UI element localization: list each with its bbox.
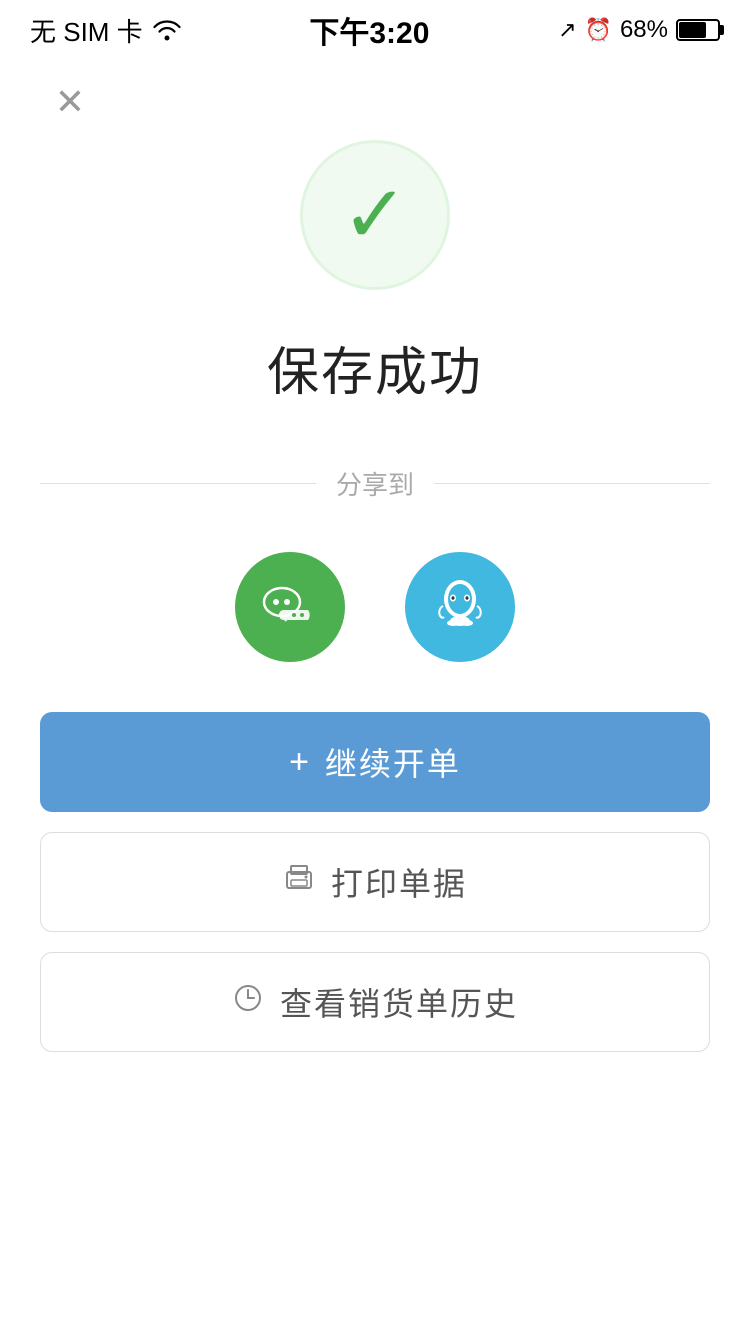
wechat-icon bbox=[260, 582, 320, 632]
history-icon bbox=[232, 982, 264, 1022]
status-left: 无 SIM 卡 bbox=[30, 12, 181, 49]
location-icon: ↗ bbox=[558, 17, 576, 43]
share-buttons bbox=[40, 552, 710, 662]
battery-label: 68% bbox=[620, 16, 668, 44]
wifi-icon bbox=[153, 19, 181, 41]
continue-label: 继续开单 bbox=[325, 739, 461, 785]
qq-icon bbox=[431, 577, 489, 637]
success-circle: ✓ bbox=[300, 140, 450, 290]
status-time: 下午3:20 bbox=[309, 8, 429, 52]
battery-icon bbox=[676, 19, 720, 41]
share-wechat-button[interactable] bbox=[235, 552, 345, 662]
share-label: 分享到 bbox=[336, 465, 414, 502]
print-label: 打印单据 bbox=[331, 859, 467, 905]
history-label: 查看销货单历史 bbox=[280, 979, 518, 1025]
status-bar: 无 SIM 卡 下午3:20 ↗ ⏰ 68% bbox=[0, 0, 750, 60]
carrier-label: 无 SIM 卡 bbox=[30, 12, 143, 49]
close-icon: ✕ bbox=[55, 84, 85, 120]
continue-button[interactable]: + 继续开单 bbox=[40, 712, 710, 812]
share-qq-button[interactable] bbox=[405, 552, 515, 662]
print-icon bbox=[283, 862, 315, 902]
alarm-icon: ⏰ bbox=[585, 17, 612, 43]
close-button[interactable]: ✕ bbox=[40, 72, 100, 132]
status-right: ↗ ⏰ 68% bbox=[558, 16, 720, 44]
print-button[interactable]: 打印单据 bbox=[40, 832, 710, 932]
action-buttons: + 继续开单 打印单据 查看销货单历史 bbox=[0, 712, 750, 1052]
checkmark-icon: ✓ bbox=[341, 175, 408, 255]
share-section: 分享到 bbox=[0, 465, 750, 662]
history-button[interactable]: 查看销货单历史 bbox=[40, 952, 710, 1052]
share-divider: 分享到 bbox=[40, 465, 710, 502]
main-content: ✓ 保存成功 分享到 bbox=[0, 60, 750, 1052]
success-title: 保存成功 bbox=[267, 330, 483, 405]
continue-icon: + bbox=[289, 743, 309, 782]
